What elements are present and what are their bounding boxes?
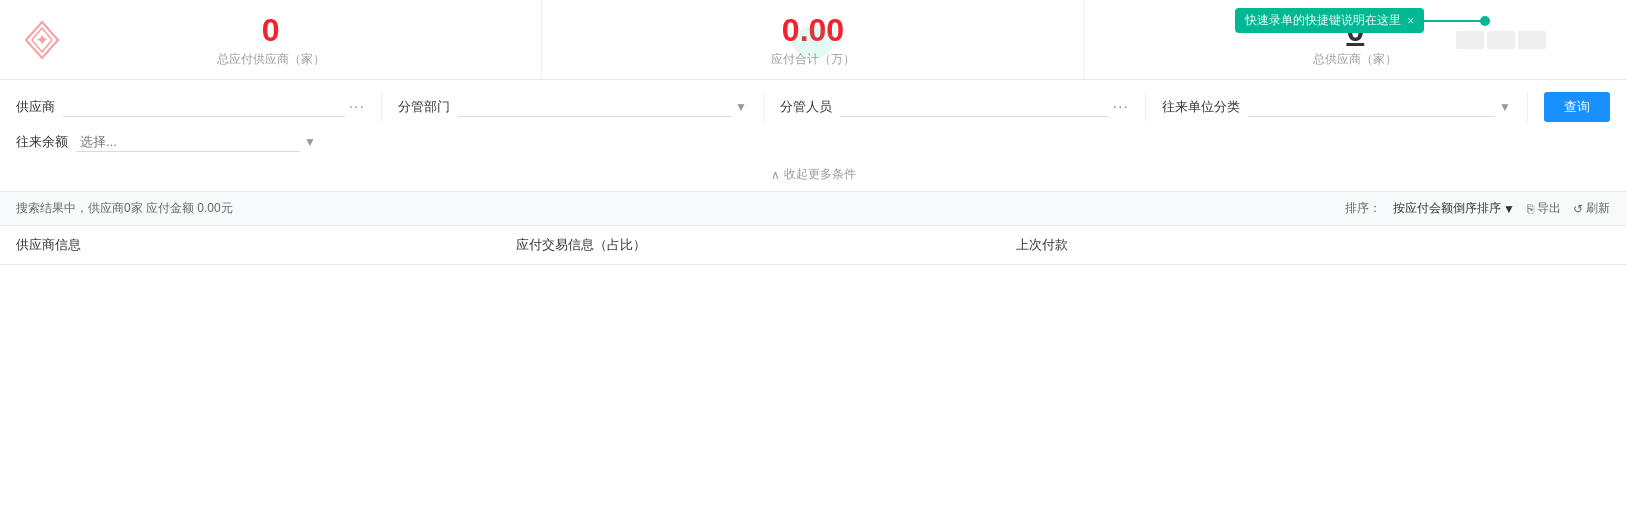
filter-dots-supplier[interactable]: ··· [349,98,365,116]
filter-row-2: 往来余额 ▼ [16,132,1610,152]
export-icon: ⎘ [1527,202,1534,216]
refresh-label: 刷新 [1586,200,1610,217]
filter-input-person[interactable] [840,97,1109,117]
filter-supplier: 供应商 ··· [16,97,365,117]
filter-input-department[interactable] [458,97,731,117]
refresh-icon: ↺ [1573,202,1583,216]
collapse-button[interactable]: ∧ 收起更多条件 [771,166,856,183]
blurred-card-2 [1487,31,1515,49]
filter-arrow-balance[interactable]: ▼ [304,135,316,149]
filter-dots-person[interactable]: ··· [1113,98,1129,116]
filter-arrow-department[interactable]: ▼ [735,100,747,114]
table-body [0,265,1626,515]
filter-divider-4 [1527,92,1528,122]
query-button[interactable]: 查询 [1544,92,1610,122]
col-header-transaction: 应付交易信息（占比） [516,236,1016,254]
filter-divider-2 [763,92,764,122]
svg-point-9 [823,36,831,44]
filter-divider-1 [381,92,382,122]
filter-person: 分管人员 ··· [780,97,1129,117]
filter-arrow-unit-category[interactable]: ▼ [1499,100,1511,114]
refresh-button[interactable]: ↺ 刷新 [1573,200,1610,217]
results-summary: 搜索结果中，供应商0家 应付金额 0.00元 [16,200,233,217]
stats-bar: ✦ 0 总应付供应商（家） 0.00 应付合计（万） 快速录单的快捷键 [0,0,1626,80]
filter-input-balance[interactable] [76,132,300,152]
export-button[interactable]: ⎘ 导出 [1527,200,1561,217]
filter-unit-category: 往来单位分类 ▼ [1162,97,1511,117]
diamond-icon: ✦ [20,18,64,62]
col-header-supplier-info: 供应商信息 [16,236,516,254]
filter-input-unit-category[interactable] [1248,97,1495,117]
filter-input-supplier-wrap [63,97,345,117]
filter-input-unit-category-wrap [1248,97,1495,117]
blurred-card-1 [1456,31,1484,49]
tooltip-close-btn[interactable]: × [1407,14,1414,28]
collapse-icon: ∧ [771,168,780,182]
stat-label-total-suppliers: 总供应商（家） [1313,51,1397,68]
stat-total-payable-suppliers: ✦ 0 总应付供应商（家） [0,0,542,79]
tooltip-bubble: 快速录单的快捷键说明在这里 × [1235,8,1424,33]
svg-point-8 [814,38,818,41]
sort-label: 排序： [1345,200,1381,217]
tooltip-text: 快速录单的快捷键说明在这里 [1245,12,1401,29]
filter-department: 分管部门 ▼ [398,97,747,117]
tooltip-dot [1480,16,1490,26]
collapse-row: ∧ 收起更多条件 [16,162,1610,191]
export-label: 导出 [1537,200,1561,217]
stat-number-payable-suppliers: 0 [262,11,280,49]
pig-icon [781,6,845,70]
filter-input-supplier[interactable] [63,97,345,117]
filter-label-supplier: 供应商 [16,98,55,116]
blurred-cards [1456,31,1546,49]
filter-label-balance: 往来余额 [16,133,68,151]
stat-label-payable-suppliers: 总应付供应商（家） [217,51,325,68]
results-bar: 搜索结果中，供应商0家 应付金额 0.00元 排序： 按应付会额倒序排序 ▼ ⎘… [0,192,1626,226]
sort-value-text: 按应付会额倒序排序 [1393,200,1501,217]
col-header-last-payment: 上次付款 [1016,236,1610,254]
filter-input-person-wrap [840,97,1109,117]
filter-label-unit-category: 往来单位分类 [1162,98,1240,116]
sort-chevron-icon: ▼ [1503,202,1515,216]
sort-value[interactable]: 按应付会额倒序排序 ▼ [1393,200,1515,217]
stat-total-suppliers: 快速录单的快捷键说明在这里 × 0 总供应商（家） [1085,0,1626,79]
svg-text:✦: ✦ [36,32,48,48]
blurred-card-3 [1518,31,1546,49]
svg-point-7 [808,38,812,41]
filter-divider-3 [1145,92,1146,122]
filter-balance: 往来余额 ▼ [16,132,316,152]
filter-row-1: 供应商 ··· 分管部门 ▼ 分管人员 ··· 往来单位分类 [16,92,1610,122]
results-actions: 排序： 按应付会额倒序排序 ▼ ⎘ 导出 ↺ 刷新 [1345,200,1610,217]
collapse-label: 收起更多条件 [784,166,856,183]
filter-bar: 供应商 ··· 分管部门 ▼ 分管人员 ··· 往来单位分类 [0,80,1626,192]
stat-total-payable-amount: 0.00 应付合计（万） [542,0,1084,79]
filter-input-balance-wrap [76,132,300,152]
svg-point-6 [803,26,823,46]
filter-input-department-wrap [458,97,731,117]
filter-label-department: 分管部门 [398,98,450,116]
filter-label-person: 分管人员 [780,98,832,116]
table-header: 供应商信息 应付交易信息（占比） 上次付款 [0,226,1626,265]
